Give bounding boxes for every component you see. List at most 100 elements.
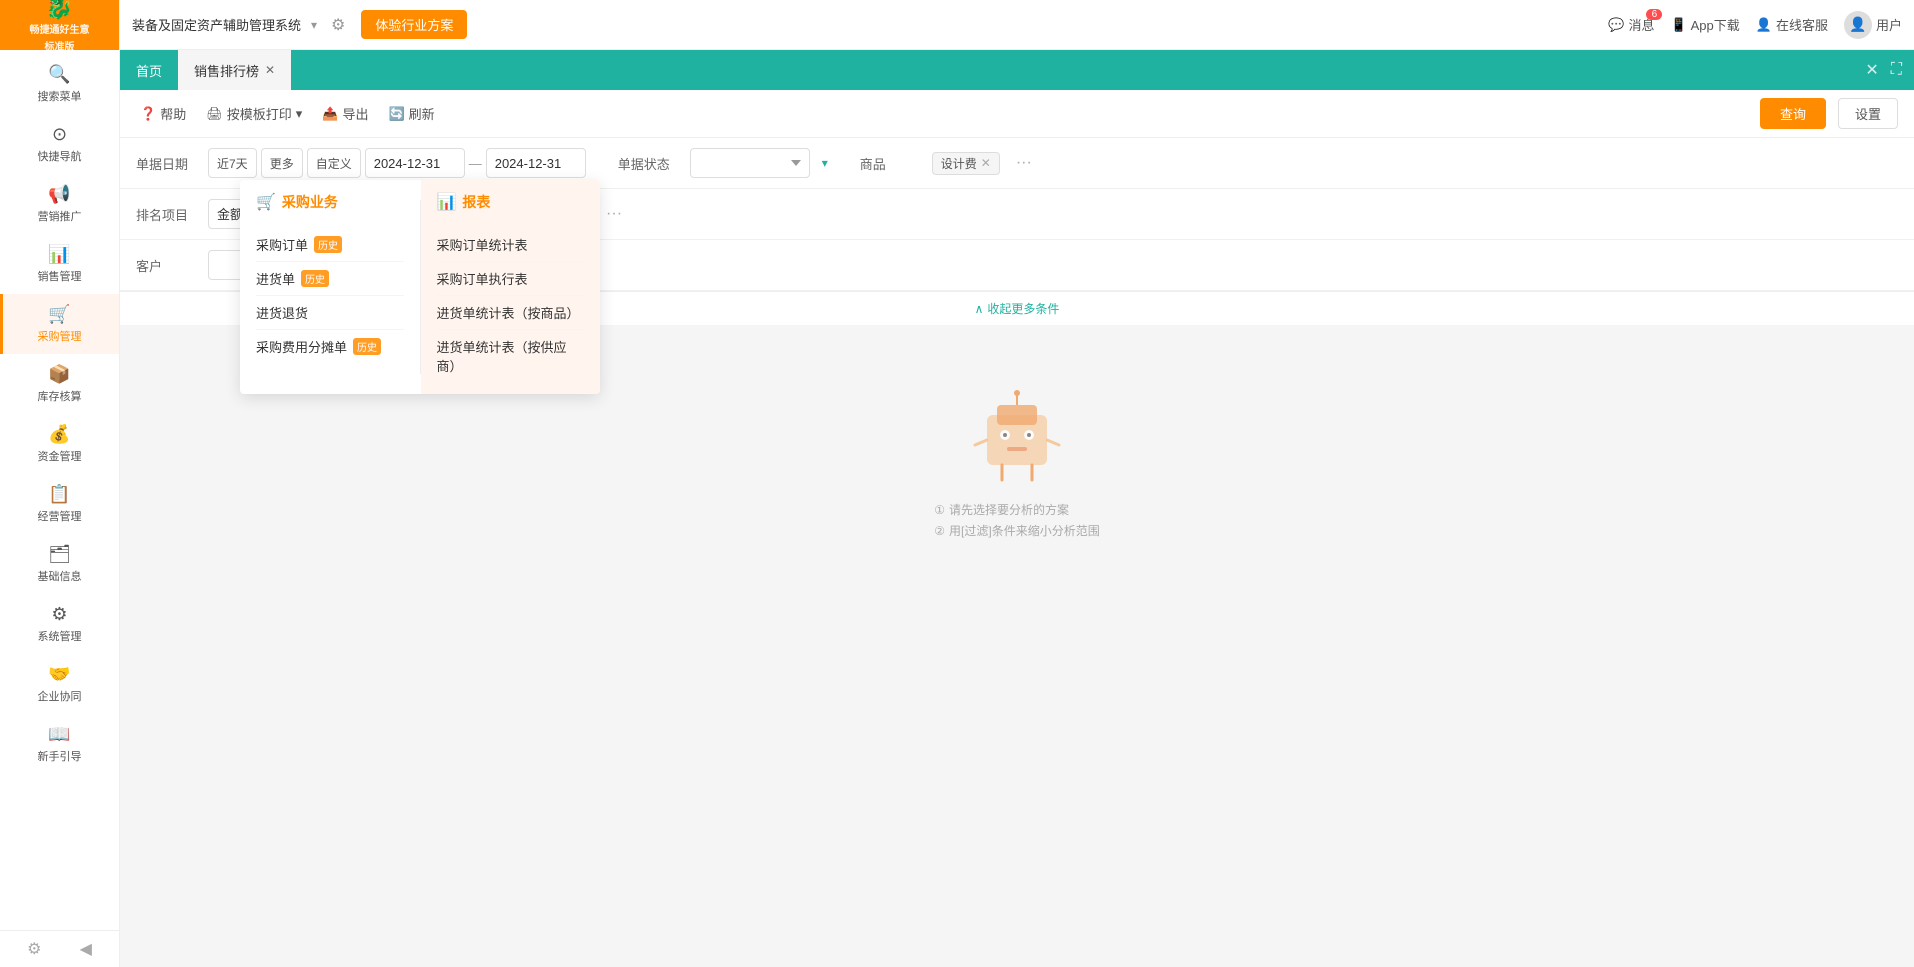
dropdown-item-report-receipt-supplier[interactable]: 进货单统计表（按供应商） [437, 330, 585, 382]
status-select[interactable] [690, 148, 810, 178]
date-custom-btn[interactable]: 自定义 [307, 148, 361, 178]
sidebar-logo: 🐉 畅捷通好生意 标准版 [0, 0, 119, 50]
sidebar-item-label: 企业协同 [38, 688, 82, 704]
app-download-label: App下载 [1691, 15, 1740, 34]
print-dropdown-icon[interactable]: ▾ [296, 106, 303, 122]
purchase-icon: 🛒 [48, 304, 70, 325]
goods-dots-btn[interactable]: ··· [1016, 154, 1032, 172]
dropdown-item-report-order-stat[interactable]: 采购订单统计表 [437, 228, 585, 262]
purchase-col-icon: 🛒 [256, 192, 276, 212]
sidebar-item-purchase[interactable]: 🛒 采购管理 [0, 294, 119, 354]
collapse-label: 收起更多条件 [987, 300, 1059, 317]
sidebar-item-operations[interactable]: 📋 经营管理 [0, 474, 119, 534]
logo-text: 畅捷通好生意 [30, 21, 90, 36]
print-icon: 🖨 [206, 106, 223, 122]
tab-close-icon[interactable]: ✕ [265, 63, 275, 77]
sidebar-item-system[interactable]: ⚙ 系统管理 [0, 594, 119, 654]
goods-tag: 设计费 ✕ [932, 152, 1000, 175]
query-btn[interactable]: 查询 [1760, 98, 1826, 129]
topbar-right: 💬 消息 6 📱 App下载 👤 在线客服 👤 用户 [1608, 11, 1902, 39]
tab-home[interactable]: 首页 [120, 50, 178, 90]
sidebar-item-marketing[interactable]: 📢 营销推广 [0, 174, 119, 234]
dropdown-item-purchase-order[interactable]: 采购订单 历史 [256, 228, 404, 262]
message-btn[interactable]: 💬 消息 6 [1608, 15, 1654, 34]
main-area: 装备及固定资产辅助管理系统 ▾ ⚙ 体验行业方案 💬 消息 6 📱 App下载 … [120, 0, 1914, 967]
dropdown-report-col: 📊 报表 采购订单统计表 采购订单执行表 进货单统计表（按商品） [421, 180, 601, 394]
purchase-expense-label: 采购费用分摊单 [256, 337, 347, 356]
dropdown-item-purchase-expense[interactable]: 采购费用分摊单 历史 [256, 330, 404, 363]
message-badge: 6 [1646, 9, 1662, 20]
quick-nav-icon: ⊙ [52, 124, 67, 145]
export-icon: 📤 [322, 106, 338, 122]
dropdown-menu: 🛒 采购业务 采购订单 历史 进货单 历史 进货退货 [240, 180, 600, 394]
sidebar-item-quick-nav[interactable]: ⊙ 快捷导航 [0, 114, 119, 174]
user-btn[interactable]: 👤 用户 [1844, 11, 1902, 39]
guide-icon: 📖 [48, 724, 70, 745]
sidebar-item-label: 销售管理 [38, 268, 82, 284]
industry-btn[interactable]: 体验行业方案 [361, 10, 467, 39]
status-more-btn[interactable]: ▾ [822, 156, 828, 170]
dropdown-purchase-col: 🛒 采购业务 采购订单 历史 进货单 历史 进货退货 [240, 192, 420, 382]
help-btn[interactable]: ❓ 帮助 [136, 102, 190, 125]
sidebar-collapse-btn[interactable]: ◀ [80, 939, 92, 959]
sidebar-item-label: 营销推广 [38, 208, 82, 224]
tabbar: 首页 销售排行榜 ✕ ✕ ⛶ [120, 50, 1914, 90]
date-start-input[interactable] [365, 148, 465, 178]
salesman-dots-btn[interactable]: ··· [606, 205, 622, 223]
sidebar-item-search[interactable]: 🔍 搜索菜单 [0, 54, 119, 114]
dropdown-item-purchase-return[interactable]: 进货退货 [256, 296, 404, 330]
sidebar-item-sales[interactable]: 📊 销售管理 [0, 234, 119, 294]
sidebar-item-basic-info[interactable]: 🗂 基础信息 [0, 534, 119, 594]
dropdown-item-report-order-exec[interactable]: 采购订单执行表 [437, 262, 585, 296]
online-service-label: 在线客服 [1776, 15, 1828, 34]
system-dropdown-btn[interactable]: ▾ [311, 18, 317, 32]
goods-tag-close[interactable]: ✕ [981, 156, 991, 170]
sidebar-item-label: 快捷导航 [38, 148, 82, 164]
sales-icon: 📊 [48, 244, 70, 265]
tabbar-expand-btn[interactable]: ⛶ [1887, 59, 1906, 81]
tabbar-right: ✕ ⛶ [1853, 50, 1914, 90]
tabbar-spacer [291, 50, 1853, 90]
sidebar-item-label: 基础信息 [38, 568, 82, 584]
sidebar-item-label: 资金管理 [38, 448, 82, 464]
print-btn[interactable]: 🖨 按模板打印 ▾ [202, 102, 306, 125]
topbar-settings-icon[interactable]: ⚙ [331, 15, 345, 35]
operations-icon: 📋 [48, 484, 70, 505]
date-7d-btn[interactable]: 近7天 [208, 148, 257, 178]
dropdown-item-report-receipt-goods[interactable]: 进货单统计表（按商品） [437, 296, 585, 330]
online-service-btn[interactable]: 👤 在线客服 [1756, 15, 1828, 34]
app-download-btn[interactable]: 📱 App下载 [1670, 15, 1739, 34]
sidebar-settings-btn[interactable]: ⚙ [27, 939, 41, 959]
avatar: 👤 [1844, 11, 1872, 39]
tabbar-close-btn[interactable]: ✕ [1861, 58, 1882, 82]
sidebar-item-label: 经营管理 [38, 508, 82, 524]
purchase-col-label: 采购业务 [282, 192, 338, 212]
refresh-icon: 🔄 [388, 106, 404, 122]
collab-icon: 🤝 [48, 664, 70, 685]
sidebar-item-collab[interactable]: 🤝 企业协同 [0, 654, 119, 714]
logo-version: 标准版 [45, 38, 75, 53]
date-more-btn[interactable]: 更多 [261, 148, 303, 178]
export-btn[interactable]: 📤 导出 [318, 102, 372, 125]
dropdown-columns: 🛒 采购业务 采购订单 历史 进货单 历史 进货退货 [240, 192, 600, 382]
sidebar: 🐉 畅捷通好生意 标准版 🔍 搜索菜单 ⊙ 快捷导航 📢 营销推广 📊 销售管理… [0, 0, 120, 967]
message-icon: 💬 [1608, 17, 1624, 33]
report-receipt-supplier-label: 进货单统计表（按供应商） [437, 337, 585, 375]
dropdown-item-purchase-receipt[interactable]: 进货单 历史 [256, 262, 404, 296]
settings-btn[interactable]: 设置 [1838, 98, 1898, 129]
sidebar-item-guide[interactable]: 📖 新手引导 [0, 714, 119, 774]
sidebar-item-label: 库存核算 [38, 388, 82, 404]
dropdown-purchase-title: 🛒 采购业务 [256, 192, 404, 218]
tab-home-label: 首页 [136, 61, 162, 80]
refresh-btn[interactable]: 🔄 刷新 [384, 102, 438, 125]
sidebar-item-finance[interactable]: 💰 资金管理 [0, 414, 119, 474]
sidebar-item-label: 新手引导 [38, 748, 82, 764]
goods-tag-value: 设计费 [941, 155, 977, 172]
tab-sales-rank[interactable]: 销售排行榜 ✕ [178, 50, 291, 90]
sidebar-item-inventory[interactable]: 📦 库存核算 [0, 354, 119, 414]
customer-label: 客户 [136, 256, 196, 275]
date-end-input[interactable] [486, 148, 586, 178]
sidebar-item-label: 搜索菜单 [38, 88, 82, 104]
app-download-icon: 📱 [1670, 17, 1686, 33]
empty-tips: 请先选择要分析的方案 用[过滤]条件来缩小分析范围 [934, 501, 1099, 543]
